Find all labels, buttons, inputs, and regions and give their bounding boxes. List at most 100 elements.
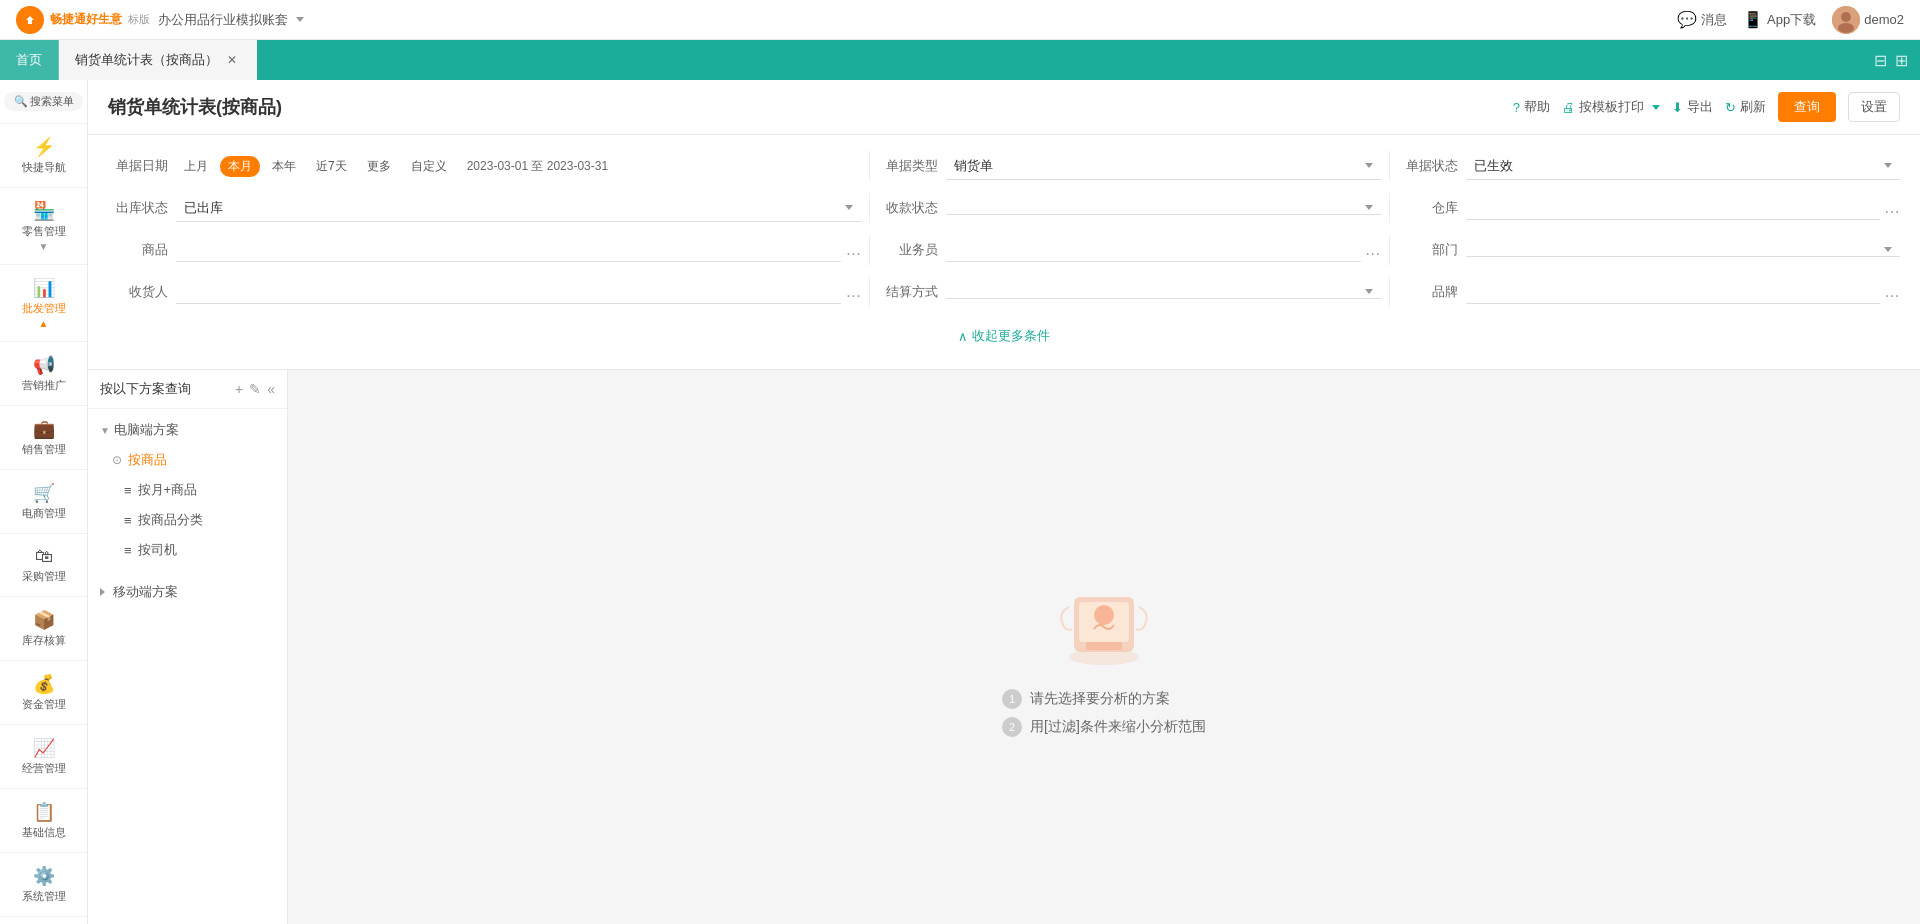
out-status-select[interactable]: 已出库 <box>176 195 861 222</box>
doc-status-select[interactable]: 已生效 <box>1466 153 1900 180</box>
brand-more-icon[interactable]: … <box>1884 283 1900 301</box>
collapse-btn[interactable]: ∧ 收起更多条件 <box>950 319 1058 353</box>
industry-selector[interactable]: 办公用品行业模拟账套 <box>158 11 304 29</box>
topbar-right: 💬 消息 📱 App下载 demo2 <box>1677 6 1904 34</box>
sidebar-item-purchase[interactable]: 🛍 采购管理 <box>0 534 87 597</box>
inventory-icon: 📦 <box>33 609 55 631</box>
sidebar-item-ecommerce[interactable]: 🛒 电商管理 <box>0 470 87 534</box>
salesman-input[interactable] <box>946 238 1360 262</box>
date-pill-this-month[interactable]: 本月 <box>220 156 260 177</box>
tab-home[interactable]: 首页 <box>0 40 59 80</box>
scheme-group-desktop: ▼ 电脑端方案 ⊙ 按商品 ≡ 按月+商品 ≡ 按商品分类 <box>88 409 287 571</box>
refresh-icon: ↻ <box>1725 100 1736 115</box>
date-pill-this-year[interactable]: 本年 <box>264 156 304 177</box>
message-btn[interactable]: 💬 消息 <box>1677 10 1727 29</box>
tab-sales-report[interactable]: 销货单统计表（按商品） ✕ <box>59 40 257 80</box>
sidebar-item-system[interactable]: ⚙️ 系统管理 <box>0 853 87 917</box>
settings-btn[interactable]: 设置 <box>1848 92 1900 122</box>
user-menu[interactable]: demo2 <box>1832 6 1904 34</box>
filter-row-4: 收货人 … 结算方式 品牌 … <box>108 277 1900 307</box>
scheme-item-by-goods[interactable]: ⊙ 按商品 <box>88 445 287 475</box>
scheme-item-by-driver[interactable]: ≡ 按司机 <box>88 535 287 565</box>
refresh-label: 刷新 <box>1740 98 1766 116</box>
logo-area: 畅捷通好生意 <box>16 6 122 34</box>
help-icon: ? <box>1513 100 1520 115</box>
filter-date: 单据日期 上月 本月 本年 近7天 更多 自定义 2023-03-01 至 20… <box>108 156 861 177</box>
tab-maximize-btn[interactable]: ⊞ <box>1895 51 1908 70</box>
scheme-edit-btn[interactable]: ✎ <box>249 381 261 397</box>
tab-close-icon[interactable]: ✕ <box>224 52 240 68</box>
retail-expand-icon: ▼ <box>39 241 49 252</box>
export-icon: ⬇ <box>1672 100 1683 115</box>
purchase-icon: 🛍 <box>35 546 53 567</box>
sidebar-item-basic-info[interactable]: 📋 基础信息 <box>0 789 87 853</box>
sidebar-item-wholesale[interactable]: 📊 批发管理 ▲ <box>0 265 87 342</box>
wholesale-expand-icon: ▲ <box>39 318 49 329</box>
scheme-item-by-month-goods[interactable]: ≡ 按月+商品 <box>88 475 287 505</box>
svg-point-2 <box>1841 12 1851 22</box>
sidebar-item-sales[interactable]: 💼 销售管理 <box>0 406 87 470</box>
salesman-more-icon[interactable]: … <box>1365 241 1381 259</box>
scheme-item-by-category[interactable]: ≡ 按商品分类 <box>88 505 287 535</box>
date-pill-custom[interactable]: 自定义 <box>403 156 455 177</box>
hint-num-2: 2 <box>1002 717 1022 737</box>
query-btn[interactable]: 查询 <box>1778 92 1836 122</box>
export-btn[interactable]: ⬇ 导出 <box>1672 98 1713 116</box>
sidebar-item-quick-nav[interactable]: ⚡ 快捷导航 <box>0 124 87 188</box>
app-label: App下载 <box>1767 11 1816 29</box>
date-pills: 上月 本月 本年 近7天 更多 自定义 <box>176 156 455 177</box>
scheme-header: 按以下方案查询 + ✎ « <box>88 370 287 409</box>
warehouse-input[interactable] <box>1466 196 1880 220</box>
brand-input[interactable] <box>1466 280 1880 304</box>
scheme-group-desktop-title[interactable]: ▼ 电脑端方案 <box>88 415 287 445</box>
app-download-btn[interactable]: 📱 App下载 <box>1743 10 1816 29</box>
print-btn[interactable]: 🖨 按模板打印 <box>1562 98 1660 116</box>
tab-minimize-btn[interactable]: ⊟ <box>1874 51 1887 70</box>
filter-row-3: 商品 … 业务员 … 部门 <box>108 235 1900 265</box>
sales-label: 销售管理 <box>22 442 66 457</box>
date-pill-7days[interactable]: 近7天 <box>308 156 355 177</box>
tab-sales-report-label: 销货单统计表（按商品） <box>75 51 218 69</box>
sidebar-item-finance[interactable]: 💰 资金管理 <box>0 661 87 725</box>
divider-6 <box>1389 235 1390 265</box>
receiver-more-icon[interactable]: … <box>845 283 861 301</box>
help-btn[interactable]: ? 帮助 <box>1513 98 1550 116</box>
hint-text-1: 请先选择要分析的方案 <box>1030 690 1170 708</box>
doc-type-select[interactable]: 销货单 <box>946 153 1380 180</box>
goods-more-icon[interactable]: … <box>845 241 861 259</box>
pay-status-select[interactable] <box>946 201 1380 215</box>
search-input-mini[interactable]: 🔍 搜索菜单 <box>4 92 83 111</box>
sidebar-item-search[interactable]: 🔍 搜索菜单 <box>0 80 87 124</box>
payment-select[interactable] <box>946 285 1380 299</box>
sidebar-item-retail[interactable]: 🏪 零售管理 ▼ <box>0 188 87 265</box>
search-label: 搜索菜单 <box>30 94 74 109</box>
filter-row-2: 出库状态 已出库 收款状态 仓库 <box>108 193 1900 223</box>
tabbar: 首页 销货单统计表（按商品） ✕ ⊟ ⊞ <box>0 40 1920 80</box>
date-pill-last-month[interactable]: 上月 <box>176 156 216 177</box>
sidebar-item-marketing[interactable]: 📢 营销推广 <box>0 342 87 406</box>
sidebar-item-inventory[interactable]: 📦 库存核算 <box>0 597 87 661</box>
empty-illustration <box>1044 557 1164 677</box>
receiver-input[interactable] <box>176 280 841 304</box>
refresh-btn[interactable]: ↻ 刷新 <box>1725 98 1766 116</box>
industry-label: 办公用品行业模拟账套 <box>158 11 288 29</box>
scheme-collapse-btn[interactable]: « <box>267 381 275 397</box>
scheme-item-by-goods-label: 按商品 <box>128 451 167 469</box>
finance-icon: 💰 <box>33 673 55 695</box>
sidebar-item-corp-collab[interactable]: 🤝 企业协同 <box>0 917 87 924</box>
operations-label: 经营管理 <box>22 761 66 776</box>
main-layout: 🔍 搜索菜单 ⚡ 快捷导航 🏪 零售管理 ▼ 📊 批发管理 ▲ 📢 营销推广 💼… <box>0 80 1920 924</box>
system-label: 系统管理 <box>22 889 66 904</box>
date-pill-more[interactable]: 更多 <box>359 156 399 177</box>
goods-input[interactable] <box>176 238 841 262</box>
filter-receiver: 收货人 … <box>108 280 861 304</box>
warehouse-more-icon[interactable]: … <box>1884 199 1900 217</box>
filter-brand: 品牌 … <box>1398 280 1900 304</box>
sidebar-item-operations[interactable]: 📈 经营管理 <box>0 725 87 789</box>
scheme-add-btn[interactable]: + <box>235 381 243 397</box>
dept-select[interactable] <box>1466 243 1900 257</box>
wholesale-label: 批发管理 <box>22 301 66 316</box>
out-status-value: 已出库 <box>184 199 223 217</box>
data-panel: 1 请先选择要分析的方案 2 用[过滤]条件来缩小分析范围 <box>288 370 1920 924</box>
scheme-group-mobile-title[interactable]: 移动端方案 <box>88 577 287 607</box>
